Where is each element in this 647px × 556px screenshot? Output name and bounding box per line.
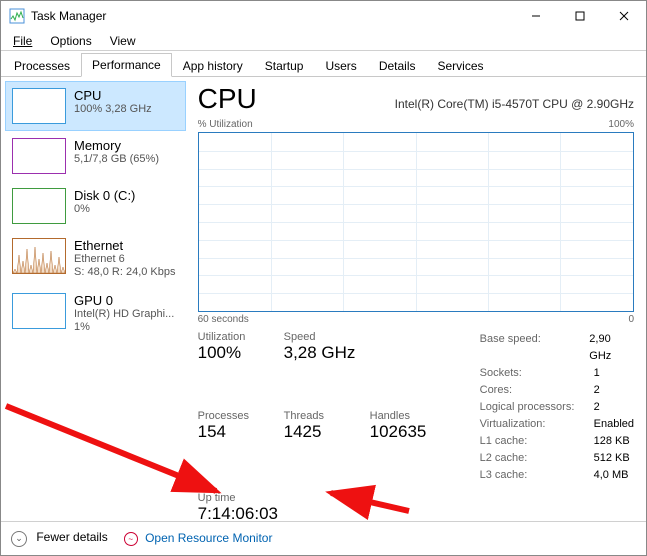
cores-value: 2 (594, 382, 600, 399)
tab-details[interactable]: Details (368, 54, 427, 77)
cpu-thumb-icon (12, 88, 66, 124)
l1cache-value: 128 KB (594, 433, 630, 450)
footer: ⌄ Fewer details ~ Open Resource Monitor (1, 521, 646, 555)
sidebar-item-sub: Ethernet 6 (74, 253, 176, 266)
chart-xright: 0 (628, 314, 634, 325)
tab-startup[interactable]: Startup (254, 54, 315, 77)
menu-file[interactable]: File (5, 32, 40, 50)
tabbar: Processes Performance App history Startu… (1, 51, 646, 77)
tab-performance[interactable]: Performance (81, 53, 172, 77)
uptime-label: Up time (198, 492, 634, 504)
virtualization-key: Virtualization: (480, 416, 594, 433)
detail-panel: CPU Intel(R) Core(TM) i5-4570T CPU @ 2.9… (188, 77, 646, 521)
logical-key: Logical processors: (480, 399, 594, 416)
resource-monitor-icon: ~ (124, 532, 138, 546)
sidebar-item-label: Disk 0 (C:) (74, 188, 135, 203)
chart-xlabel: 60 seconds (198, 314, 249, 325)
close-button[interactable] (602, 1, 646, 31)
l1cache-key: L1 cache: (480, 433, 594, 450)
handles-value: 102635 (370, 422, 450, 442)
sidebar-item-sub: 0% (74, 203, 135, 216)
utilization-label: Utilization (198, 331, 284, 343)
memory-thumb-icon (12, 138, 66, 174)
processor-name: Intel(R) Core(TM) i5-4570T CPU @ 2.90GHz (395, 97, 634, 111)
sidebar-item-cpu[interactable]: CPU 100% 3,28 GHz (5, 81, 186, 131)
base-speed-key: Base speed: (480, 331, 590, 365)
tab-processes[interactable]: Processes (3, 54, 81, 77)
titlebar: Task Manager (1, 1, 646, 31)
sidebar-item-memory[interactable]: Memory 5,1/7,8 GB (65%) (5, 131, 186, 181)
uptime-value: 7:14:06:03 (198, 504, 634, 524)
sidebar-item-label: GPU 0 (74, 293, 174, 308)
chart-grid (199, 133, 633, 311)
processes-value: 154 (198, 422, 284, 442)
sidebar-item-sub: 100% 3,28 GHz (74, 103, 152, 116)
app-icon (9, 8, 25, 24)
fewer-details-button[interactable]: ⌄ Fewer details (11, 530, 108, 547)
detail-title: CPU (198, 83, 257, 115)
sidebar-item-label: Ethernet (74, 238, 176, 253)
speed-value: 3,28 GHz (284, 343, 370, 363)
sidebar-item-sub: Intel(R) HD Graphi... (74, 308, 174, 321)
threads-label: Threads (284, 410, 370, 422)
sockets-value: 1 (594, 365, 600, 382)
virtualization-value: Enabled (594, 416, 634, 433)
menubar: File Options View (1, 31, 646, 51)
stats-right: Base speed:2,90 GHz Sockets:1 Cores:2 Lo… (480, 331, 634, 484)
chevron-down-icon: ⌄ (11, 531, 27, 547)
base-speed-value: 2,90 GHz (589, 331, 634, 365)
sidebar-item-label: CPU (74, 88, 152, 103)
tab-app-history[interactable]: App history (172, 54, 254, 77)
sidebar: CPU 100% 3,28 GHz Memory 5,1/7,8 GB (65%… (1, 77, 188, 521)
fewer-details-label: Fewer details (36, 530, 107, 544)
threads-value: 1425 (284, 422, 370, 442)
content: CPU 100% 3,28 GHz Memory 5,1/7,8 GB (65%… (1, 77, 646, 521)
window-title: Task Manager (31, 9, 106, 23)
menu-view[interactable]: View (102, 32, 144, 50)
tab-users[interactable]: Users (314, 54, 367, 77)
sidebar-item-label: Memory (74, 138, 159, 153)
minimize-button[interactable] (514, 1, 558, 31)
stats-left: Utilization 100% Speed 3,28 GHz Processe… (198, 331, 450, 484)
chart-ylabel: % Utilization (198, 119, 253, 130)
open-resource-monitor-link[interactable]: ~ Open Resource Monitor (124, 531, 273, 547)
sidebar-item-sub: 5,1/7,8 GB (65%) (74, 153, 159, 166)
chart-ymax: 100% (608, 119, 634, 130)
sidebar-item-sub2: 1% (74, 321, 174, 334)
disk-thumb-icon (12, 188, 66, 224)
l2cache-value: 512 KB (594, 450, 630, 467)
gpu-thumb-icon (12, 293, 66, 329)
task-manager-window: Task Manager File Options View Processes… (0, 0, 647, 556)
sidebar-item-gpu0[interactable]: GPU 0 Intel(R) HD Graphi... 1% (5, 286, 186, 341)
speed-label: Speed (284, 331, 370, 343)
tab-services[interactable]: Services (427, 54, 495, 77)
menu-options[interactable]: Options (42, 32, 99, 50)
processes-label: Processes (198, 410, 284, 422)
sockets-key: Sockets: (480, 365, 594, 382)
l2cache-key: L2 cache: (480, 450, 594, 467)
utilization-value: 100% (198, 343, 284, 363)
sidebar-item-ethernet[interactable]: Ethernet Ethernet 6 S: 48,0 R: 24,0 Kbps (5, 231, 186, 286)
sidebar-item-disk0[interactable]: Disk 0 (C:) 0% (5, 181, 186, 231)
l3cache-value: 4,0 MB (594, 467, 629, 484)
ethernet-thumb-icon (12, 238, 66, 274)
logical-value: 2 (594, 399, 600, 416)
handles-label: Handles (370, 410, 450, 422)
utilization-chart[interactable] (198, 132, 634, 312)
open-resource-monitor-label: Open Resource Monitor (145, 531, 272, 545)
maximize-button[interactable] (558, 1, 602, 31)
l3cache-key: L3 cache: (480, 467, 594, 484)
sidebar-item-sub2: S: 48,0 R: 24,0 Kbps (74, 266, 176, 279)
cores-key: Cores: (480, 382, 594, 399)
